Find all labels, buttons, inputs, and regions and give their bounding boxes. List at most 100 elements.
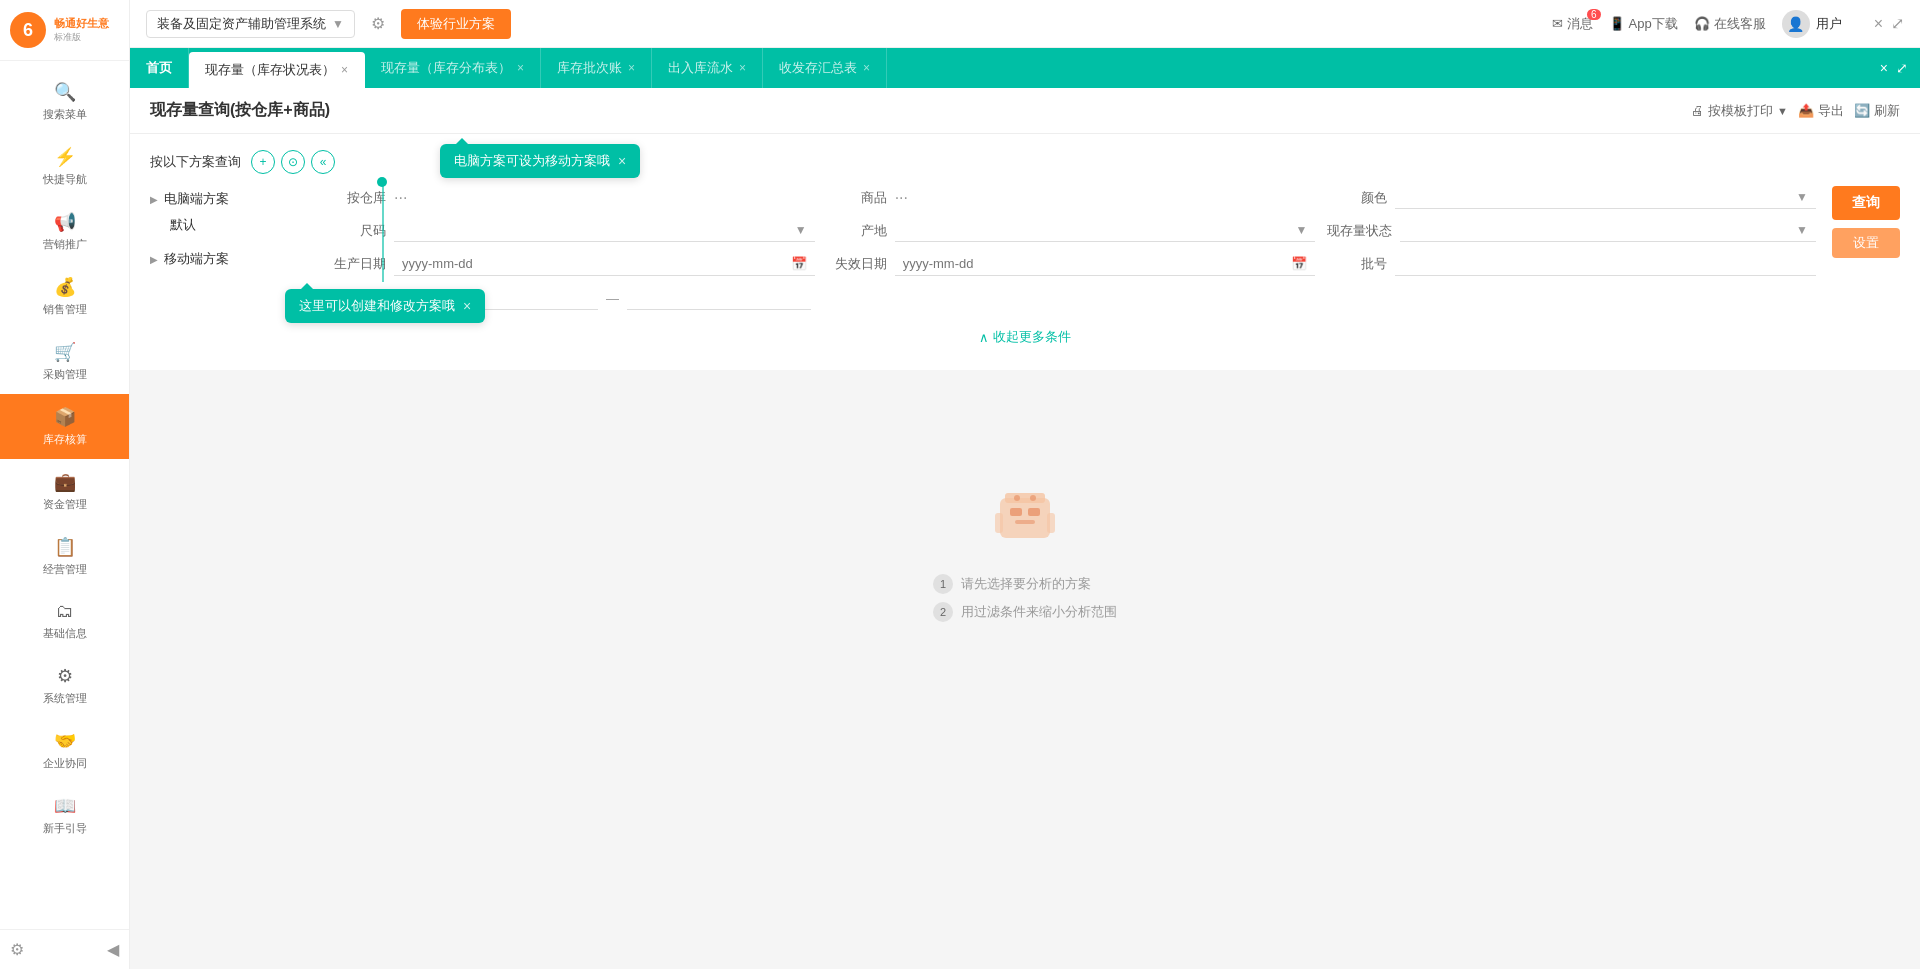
desktop-scheme-group[interactable]: ▶ 电脑端方案 [150,186,310,212]
svg-rect-2 [1028,508,1040,516]
sidebar-item-enterprise[interactable]: 🤝 企业协同 [0,718,129,783]
online-service-button[interactable]: 🎧 在线客服 [1694,15,1766,33]
expire-date-field[interactable] [903,256,1288,271]
back-scheme-button[interactable]: « [311,150,335,174]
settings-gear-icon[interactable]: ⚙ [371,14,385,33]
settings-button[interactable]: ⚙ [10,940,24,959]
stock-status-select[interactable]: ▼ [1400,219,1816,242]
sales-icon: 💰 [54,276,76,298]
top-header: 装备及固定资产辅助管理系统 ▼ ⚙ 体验行业方案 ✉ 消息 6 📱 App下载 … [130,0,1920,48]
refresh-button[interactable]: 🔄 刷新 [1854,102,1900,120]
filter-row-2: 尺码 ▼ 产地 ▼ [326,219,1816,242]
tab-receive-summary[interactable]: 收发存汇总表 × [763,48,887,88]
expand-window-icon[interactable]: ⤢ [1891,14,1904,33]
tab-expand-icon[interactable]: ⤢ [1896,60,1908,76]
collapse-filter-button[interactable]: ∧ 收起更多条件 [150,320,1900,354]
empty-illustration [975,458,1075,558]
filter-field-expire-date: 失效日期 📅 [827,252,1316,276]
empty-steps: 1 请先选择要分析的方案 2 用过滤条件来缩小分析范围 [933,574,1117,622]
filter-icons: + ⊙ « [251,150,335,174]
empty-state: 1 请先选择要分析的方案 2 用过滤条件来缩小分析范围 [130,378,1920,702]
svg-rect-8 [1047,513,1055,533]
sidebar-item-purchase[interactable]: 🛒 采购管理 [0,329,129,394]
sidebar-item-search-menu[interactable]: 🔍 搜索菜单 [0,69,129,134]
tab-close-icon[interactable]: × [517,61,524,75]
step-num-1: 1 [933,574,953,594]
batch-no-field[interactable] [1395,252,1816,276]
logo-badge: 标准版 [54,31,109,44]
sidebar-item-inventory[interactable]: 📦 库存核算 [0,394,129,459]
tab-close-icon[interactable]: × [628,61,635,75]
sidebar-item-finance[interactable]: 💼 资金管理 [0,459,129,524]
warehouse-more-icon[interactable]: ··· [394,189,407,207]
chevron-down-icon: ▼ [1295,223,1307,237]
create-tooltip-close-icon[interactable]: × [463,298,471,314]
filter-field-stock-status: 现存量状态 ▼ [1327,219,1816,242]
sidebar-item-guide[interactable]: 📖 新手引导 [0,783,129,848]
export-button[interactable]: 📤 导出 [1798,102,1844,120]
close-window-icon[interactable]: × [1874,15,1883,33]
system-name-selector[interactable]: 装备及固定资产辅助管理系统 ▼ [146,10,355,38]
tab-batch-account[interactable]: 库存批次账 × [541,48,652,88]
phone-icon: 📱 [1609,16,1625,31]
goods-more-icon[interactable]: ··· [895,189,908,207]
chevron-up-icon: ∧ [979,330,989,345]
guide-dot [377,177,387,187]
produce-date-input[interactable]: 📅 [394,252,815,276]
scheme-tooltip-close-icon[interactable]: × [618,153,626,169]
sidebar-item-label: 搜索菜单 [43,107,87,122]
notification-button[interactable]: ✉ 消息 6 [1552,15,1593,33]
notification-badge: 6 [1587,9,1601,20]
sidebar-item-basic-info[interactable]: 🗂 基础信息 [0,589,129,653]
search-button[interactable]: 查询 [1832,186,1900,220]
sidebar-item-system[interactable]: ⚙ 系统管理 [0,653,129,718]
app-download-button[interactable]: 📱 App下载 [1609,15,1678,33]
svg-rect-4 [1005,493,1045,503]
tab-close-icon[interactable]: × [863,61,870,75]
tab-close-all-icon[interactable]: × [1880,60,1888,76]
tab-close-icon[interactable]: × [341,63,348,77]
add-scheme-button[interactable]: + [251,150,275,174]
calendar-icon[interactable]: 📅 [1291,256,1307,271]
reset-button[interactable]: 设置 [1832,228,1900,258]
tab-inventory-status[interactable]: 现存量（库存状况表） × [189,52,365,88]
sidebar-bottom: ⚙ ◀ [0,929,129,969]
export-icon: 📤 [1798,103,1814,118]
tab-home[interactable]: 首页 [130,48,189,88]
collapse-sidebar-button[interactable]: ◀ [107,940,119,959]
copy-scheme-button[interactable]: ⊙ [281,150,305,174]
chevron-down-icon: ▼ [1777,105,1788,117]
page-header: 现存量查询(按仓库+商品) 🖨 按模板打印 ▼ 📤 导出 🔄 刷新 [130,88,1920,134]
calendar-icon[interactable]: 📅 [791,256,807,271]
color-select[interactable]: ▼ [1395,186,1816,209]
stock-qty-to[interactable] [627,286,811,310]
size-select[interactable]: ▼ [394,219,815,242]
scheme-tooltip: 电脑方案可设为移动方案哦 × [440,144,640,178]
tab-inout-flow[interactable]: 出入库流水 × [652,48,763,88]
stock-qty-to-field[interactable] [627,286,811,309]
mobile-scheme-group[interactable]: ▶ 移动端方案 [150,246,310,272]
filter-row-1: 按仓库 ··· 商品 ··· 颜色 ▼ [326,186,1816,209]
user-menu-button[interactable]: 👤 用户 [1782,10,1842,38]
tab-inventory-distribution[interactable]: 现存量（库存分布表） × [365,48,541,88]
sidebar-item-label: 资金管理 [43,497,87,512]
tab-close-icon[interactable]: × [739,61,746,75]
sidebar-item-quick-nav[interactable]: ⚡ 快捷导航 [0,134,129,199]
print-template-button[interactable]: 🖨 按模板打印 ▼ [1691,102,1788,120]
sidebar-item-operations[interactable]: 📋 经营管理 [0,524,129,589]
expire-date-input[interactable]: 📅 [895,252,1316,276]
produce-date-field[interactable] [402,256,787,271]
logo: 6 畅通好生意 标准版 [0,0,129,61]
chevron-down-icon: ▼ [1796,223,1808,237]
origin-select[interactable]: ▼ [895,219,1316,242]
sidebar-item-marketing[interactable]: 📢 营销推广 [0,199,129,264]
sidebar-item-sales[interactable]: 💰 销售管理 [0,264,129,329]
trial-button[interactable]: 体验行业方案 [401,9,511,39]
desktop-scheme-default[interactable]: 默认 [150,212,310,238]
create-tooltip: 这里可以创建和修改方案哦 × [285,289,485,323]
chevron-down-icon: ▼ [1796,190,1808,204]
empty-step-1: 1 请先选择要分析的方案 [933,574,1117,594]
svg-rect-1 [1010,508,1022,516]
guide-line [382,182,384,282]
logo-text: 畅通好生意 [54,16,109,31]
